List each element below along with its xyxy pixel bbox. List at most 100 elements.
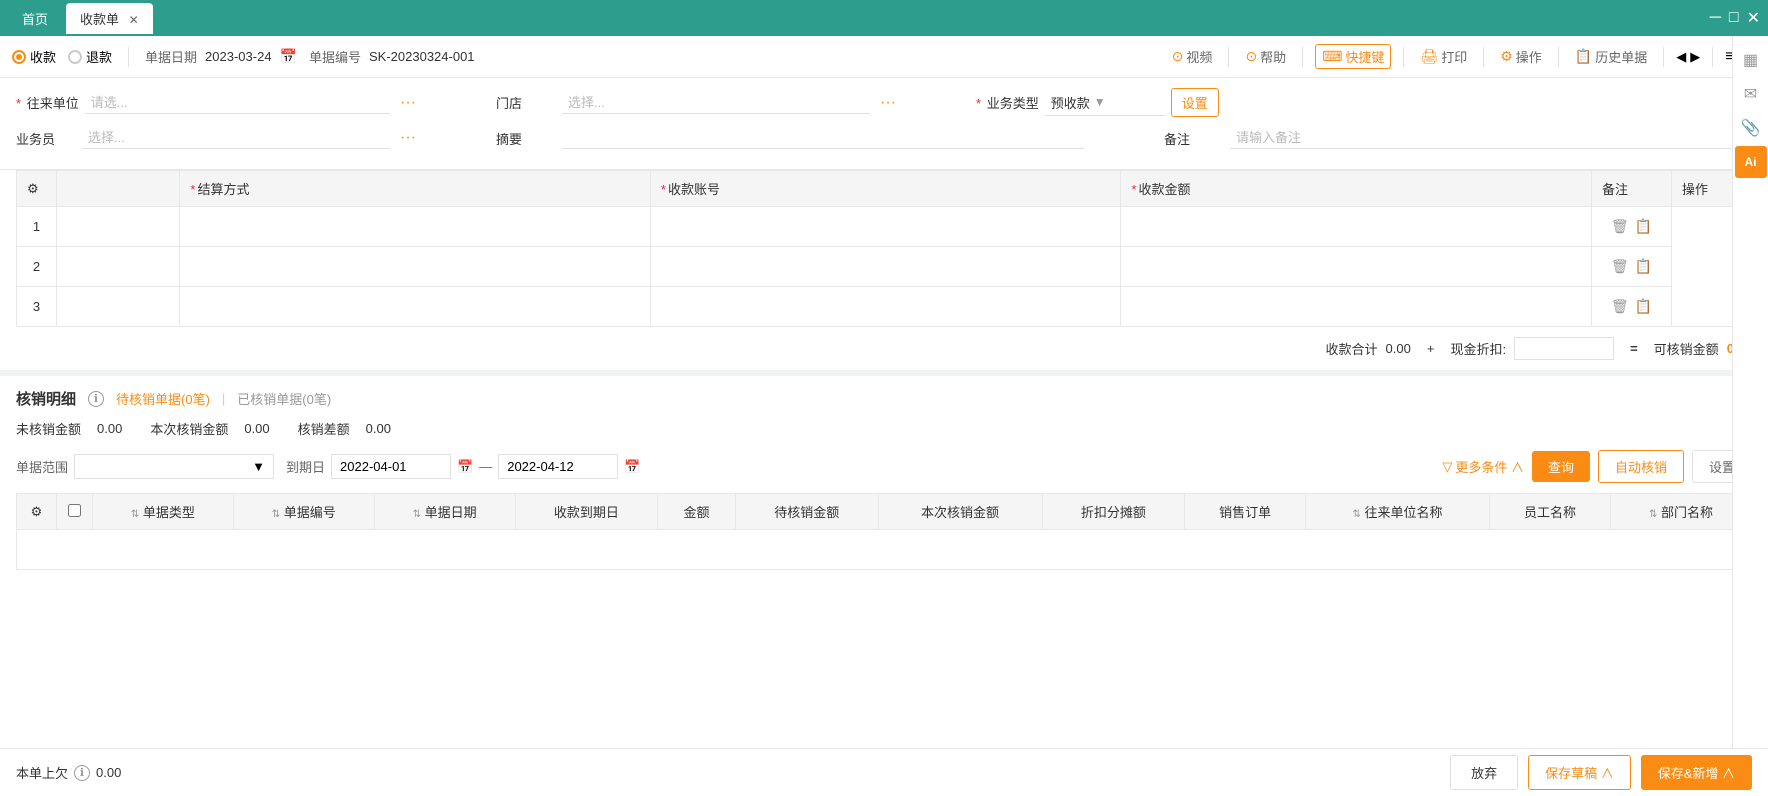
sep3 (1302, 47, 1303, 67)
maximize-icon[interactable]: □ (1729, 9, 1739, 27)
more-conditions-btn[interactable]: ▽ 更多条件 ∧ (1442, 457, 1524, 476)
row-1-amount[interactable] (650, 207, 1121, 247)
wt-check-col[interactable] (57, 494, 93, 530)
partner-input[interactable] (85, 92, 390, 114)
biz-type-label: * 业务类型 (976, 93, 1039, 112)
row-1-note[interactable] (1121, 207, 1592, 247)
row-2-delete-icon[interactable]: 🗑 (1611, 258, 1629, 275)
required-star-biz: * (976, 96, 981, 111)
print-btn[interactable]: 🖨 打印 (1416, 45, 1471, 68)
row-1-copy-icon[interactable]: 📋 (1635, 218, 1652, 235)
note-input[interactable] (1230, 127, 1752, 149)
calendar-to-icon[interactable]: 📅 (624, 459, 640, 475)
radio-receipt[interactable]: 收款 (12, 47, 56, 66)
sidebar-clip-icon[interactable]: 📎 (1735, 112, 1767, 144)
tab-receipt[interactable]: 收款单 ✕ (66, 3, 153, 34)
window-close-icon[interactable]: ✕ (1747, 8, 1760, 28)
save-draft-label: 保存草稿 ∧ (1545, 763, 1614, 782)
staff-label: 业务员 (16, 129, 76, 148)
help-icon: ⊙ (1245, 48, 1257, 65)
row-3-settlement[interactable] (57, 287, 180, 327)
row-3-amount[interactable] (650, 287, 1121, 327)
nav-next-icon[interactable]: ▶ (1690, 49, 1700, 65)
receipt-type-group: 收款 退款 (12, 47, 112, 66)
doc-range-select[interactable]: ▼ (74, 454, 274, 479)
shortcut-icon: ⌨ (1322, 48, 1342, 65)
row-3-copy-icon[interactable]: 📋 (1635, 298, 1652, 315)
sep6 (1558, 47, 1559, 67)
form-row-2: 业务员 ··· 摘要 备注 (16, 127, 1752, 149)
writeoff-section: 核销明细 ℹ 待核销单据(0笔) | 已核销单据(0笔) 未核销金额 0.00 … (0, 376, 1768, 582)
writeoff-info-icon[interactable]: ℹ (88, 391, 104, 407)
staff-input[interactable] (82, 127, 390, 149)
calendar-icon[interactable]: 📅 (280, 48, 297, 65)
row-1-num: 1 (17, 207, 57, 247)
wt-gear-col[interactable]: ⚙ (17, 494, 57, 530)
store-input[interactable] (562, 92, 870, 114)
row-1-settlement[interactable] (57, 207, 180, 247)
tab-close-icon[interactable]: ✕ (129, 13, 139, 27)
row-2-amount[interactable] (650, 247, 1121, 287)
doc-range-label: 单据范围 (16, 457, 68, 476)
biz-type-value: 预收款 (1051, 93, 1090, 112)
tab-home[interactable]: 首页 (8, 3, 62, 34)
summary-input[interactable] (562, 127, 1084, 149)
video-btn[interactable]: ⊙ 视频 (1168, 45, 1217, 68)
row-2-settlement[interactable] (57, 247, 180, 287)
history-btn[interactable]: 📋 历史单据 (1571, 45, 1651, 68)
auto-writeoff-button[interactable]: 自动核销 (1598, 450, 1684, 483)
wt-doc-date: ⇅ 单据日期 (374, 494, 515, 530)
shortcut-btn[interactable]: ⌨ 快捷键 (1315, 44, 1391, 69)
stat-diff-label: 核销差额 (298, 419, 350, 438)
row-3-delete-icon[interactable]: 🗑 (1611, 298, 1629, 315)
wt-amount: 金额 (658, 494, 736, 530)
sidebar-ai-icon[interactable]: Ai (1735, 146, 1767, 178)
discard-button[interactable]: 放弃 (1450, 755, 1518, 790)
total-label1: 收款合计 (1326, 339, 1378, 358)
tab-done[interactable]: 已核销单据(0笔) (237, 389, 331, 408)
save-new-button[interactable]: 保存&新增 ∧ (1641, 755, 1752, 790)
save-draft-button[interactable]: 保存草稿 ∧ (1528, 755, 1631, 790)
settings-button[interactable]: 设置 (1171, 88, 1219, 117)
sep5 (1483, 47, 1484, 67)
tab-pending[interactable]: 待核销单据(0笔) (116, 389, 210, 408)
minimize-icon[interactable]: ─ (1710, 9, 1721, 27)
prev-info-icon[interactable]: ℹ (74, 765, 90, 781)
wt-discount: 折扣分摊额 (1042, 494, 1185, 530)
nav-prev-icon[interactable]: ◀ (1676, 49, 1686, 65)
row-1-delete-icon[interactable]: 🗑 (1611, 218, 1629, 235)
biz-type-select[interactable]: 预收款 ▼ (1045, 90, 1165, 116)
help-btn[interactable]: ⊙ 帮助 (1241, 45, 1290, 68)
radio-refund-label: 退款 (86, 47, 112, 66)
row-2-account[interactable] (180, 247, 651, 287)
row-3-account[interactable] (180, 287, 651, 327)
staff-more-btn[interactable]: ··· (400, 129, 416, 147)
col-account: *收款账号 (650, 171, 1121, 207)
partner-more-btn[interactable]: ··· (400, 94, 416, 112)
date-to-input[interactable] (498, 454, 618, 479)
table-gear-header[interactable]: ⚙ (17, 171, 57, 207)
row-1-actions: 🗑 📋 (1592, 207, 1672, 247)
query-button[interactable]: 查询 (1532, 451, 1590, 482)
sidebar-msg-icon[interactable]: ✉ (1735, 78, 1767, 110)
row-2-num: 2 (17, 247, 57, 287)
row-1-account[interactable] (180, 207, 651, 247)
summary-label: 摘要 (496, 129, 556, 148)
calendar-from-icon[interactable]: 📅 (457, 459, 473, 475)
discount-input[interactable] (1514, 337, 1614, 360)
store-more-btn[interactable]: ··· (880, 94, 896, 112)
form-area: * 往来单位 ··· 门店 ··· * 业务类型 预收款 ▼ (0, 78, 1768, 170)
row-2-note[interactable] (1121, 247, 1592, 287)
select-all-checkbox[interactable] (68, 504, 81, 517)
row-3-note[interactable] (1121, 287, 1592, 327)
right-sidebar: ▦ ✉ 📎 Ai (1732, 36, 1768, 748)
radio-refund[interactable]: 退款 (68, 47, 112, 66)
sidebar-table-icon[interactable]: ▦ (1735, 44, 1767, 76)
save-new-label: 保存&新增 ∧ (1658, 763, 1735, 782)
wt-pending: 待核销金额 (736, 494, 879, 530)
date-from-input[interactable] (331, 454, 451, 479)
operation-btn[interactable]: ⚙ 操作 (1496, 45, 1546, 68)
wt-current: 本次核销金额 (878, 494, 1042, 530)
empty-placeholder (17, 530, 1752, 570)
row-2-copy-icon[interactable]: 📋 (1635, 258, 1652, 275)
